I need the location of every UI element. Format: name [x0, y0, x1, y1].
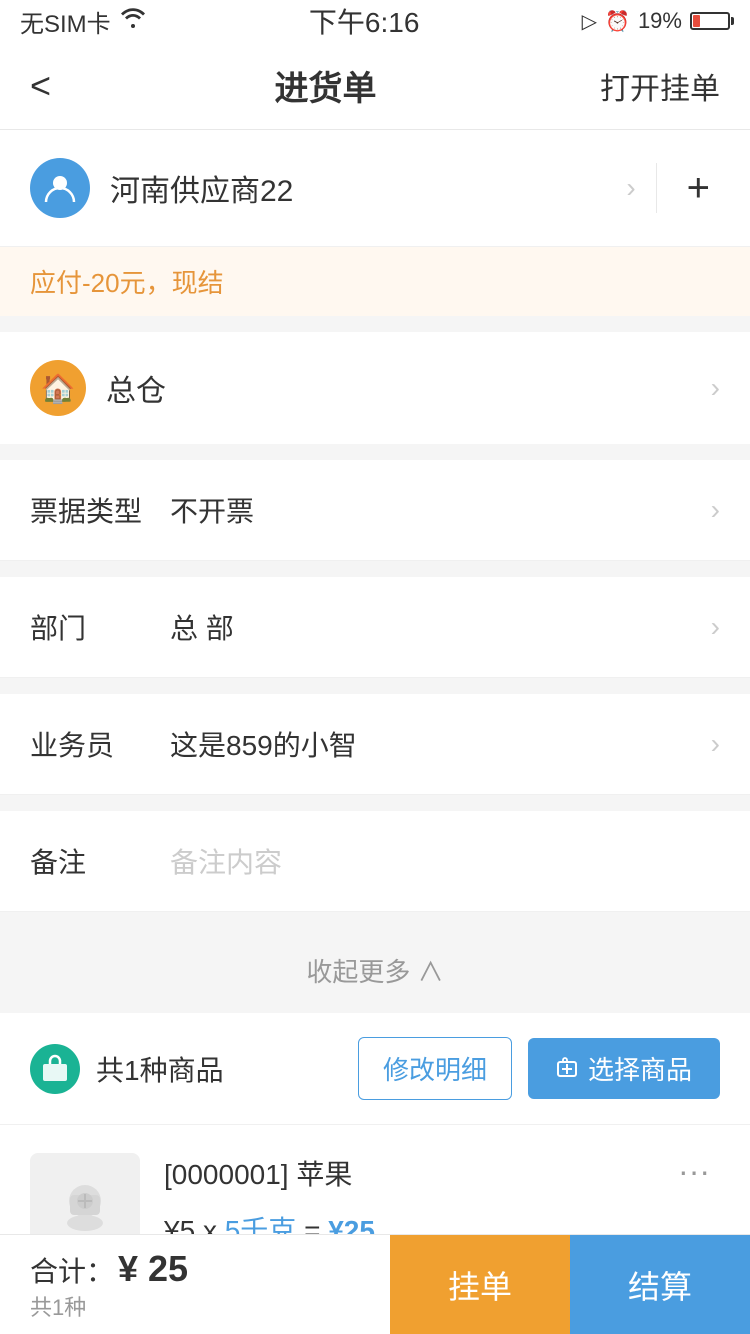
battery-percent: 19% [638, 8, 682, 34]
remark-section: 备注 备注内容 [0, 811, 750, 912]
salesperson-label: 业务员 [30, 724, 170, 764]
product-header: 共1种商品 修改明细 选择商品 [0, 1013, 750, 1125]
supplier-chevron: › [626, 172, 635, 204]
warehouse-name: 总仓 [106, 366, 701, 410]
salesperson-value: 这是859的小智 [170, 724, 701, 764]
invoice-type-value: 不开票 [170, 490, 701, 530]
page-title: 进货单 [275, 61, 377, 110]
add-supplier-button[interactable]: + [677, 166, 720, 211]
hold-button[interactable]: 挂单 [390, 1235, 570, 1334]
notice-bar: 应付-20元，现结 [0, 247, 750, 316]
remark-row[interactable]: 备注 备注内容 [0, 811, 750, 912]
invoice-type-label: 票据类型 [30, 490, 170, 530]
department-row[interactable]: 部门 总 部 › [0, 577, 750, 678]
bottom-bar: 合计： ¥ 25 共1种 挂单 结算 [0, 1234, 750, 1334]
supplier-row[interactable]: 河南供应商22 › + [0, 130, 750, 247]
total-label: 合计： [30, 1250, 114, 1290]
remark-label: 备注 [30, 841, 170, 881]
alarm-icon: ⏰ [605, 9, 630, 34]
wifi-icon [119, 7, 147, 35]
supplier-section: 河南供应商22 › + [0, 130, 750, 247]
select-product-button[interactable]: 选择商品 [528, 1038, 720, 1099]
edit-detail-button[interactable]: 修改明细 [358, 1037, 512, 1100]
location-icon: ▷ [582, 9, 597, 34]
status-bar: 无SIM卡 下午6:16 ▷ ⏰ 19% [0, 0, 750, 42]
department-value: 总 部 [170, 607, 701, 647]
open-hold-button[interactable]: 打开挂单 [600, 64, 720, 108]
nav-bar: < 进货单 打开挂单 [0, 42, 750, 130]
battery-icon [690, 12, 730, 30]
supplier-divider [656, 163, 657, 213]
carrier-label: 无SIM卡 [20, 4, 111, 39]
supplier-name: 河南供应商22 [110, 166, 616, 210]
warehouse-chevron: › [711, 372, 720, 404]
product-count: 共1种商品 [96, 1049, 358, 1089]
collapse-toggle[interactable]: 收起更多 ∧ [0, 928, 750, 1013]
invoice-type-section: 票据类型 不开票 › [0, 460, 750, 561]
total-section: 合计： ¥ 25 共1种 [0, 1248, 390, 1322]
department-chevron: › [711, 611, 720, 643]
product-icon [30, 1044, 80, 1094]
department-section: 部门 总 部 › [0, 577, 750, 678]
invoice-type-chevron: › [711, 494, 720, 526]
total-count: 共1种 [30, 1290, 360, 1322]
status-left: 无SIM卡 [20, 4, 147, 39]
select-product-label: 选择商品 [588, 1050, 692, 1087]
total-amount: ¥ 25 [118, 1248, 188, 1290]
back-button[interactable]: < [30, 65, 51, 107]
total-row: 合计： ¥ 25 [30, 1248, 360, 1290]
salesperson-chevron: › [711, 728, 720, 760]
invoice-type-row[interactable]: 票据类型 不开票 › [0, 460, 750, 561]
product-code: [0000001] [164, 1159, 289, 1190]
product-title: 苹果 [296, 1159, 352, 1190]
salesperson-section: 业务员 这是859的小智 › [0, 694, 750, 795]
supplier-avatar [30, 158, 90, 218]
warehouse-icon: 🏠 [30, 360, 86, 416]
remark-input[interactable]: 备注内容 [170, 841, 720, 881]
warehouse-section: 🏠 总仓 › [0, 332, 750, 444]
product-name: [0000001] 苹果 [164, 1153, 668, 1193]
salesperson-row[interactable]: 业务员 这是859的小智 › [0, 694, 750, 795]
product-more-button[interactable]: ··· [668, 1153, 720, 1190]
department-label: 部门 [30, 607, 170, 647]
checkout-button[interactable]: 结算 [570, 1235, 750, 1334]
status-right: ▷ ⏰ 19% [582, 8, 730, 34]
notice-text: 应付-20元，现结 [30, 268, 224, 298]
warehouse-row[interactable]: 🏠 总仓 › [0, 332, 750, 444]
status-time: 下午6:16 [309, 1, 420, 41]
